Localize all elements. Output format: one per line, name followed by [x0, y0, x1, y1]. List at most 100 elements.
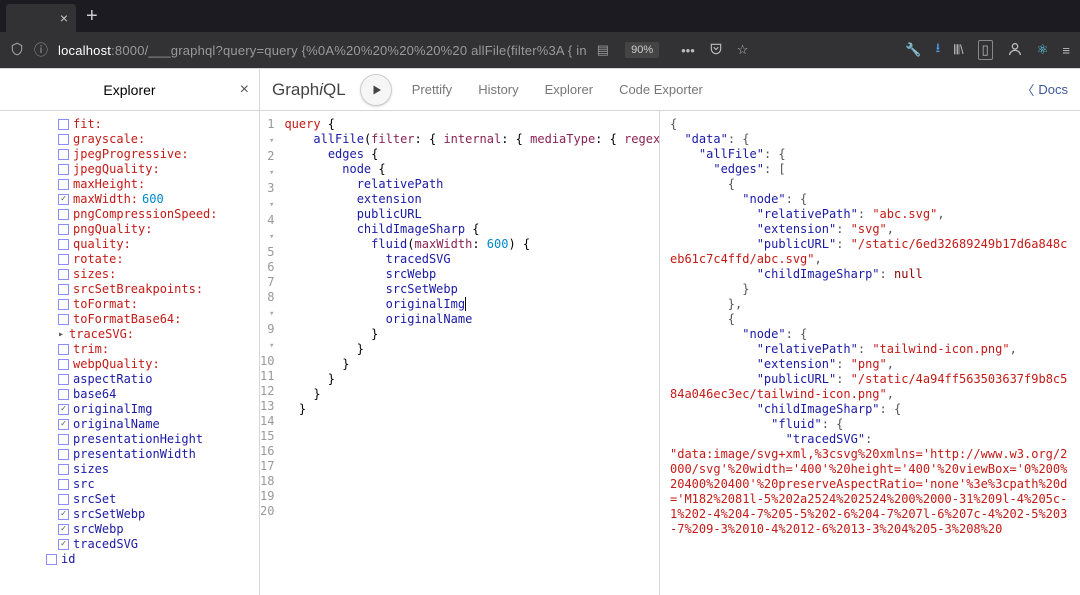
info-icon[interactable]: ⓘ — [34, 40, 48, 60]
explorer-body[interactable]: fit:grayscale:jpegProgressive:jpegQualit… — [0, 111, 259, 595]
close-icon[interactable]: × — [60, 10, 68, 26]
explorer-item[interactable]: trim: — [58, 342, 259, 357]
checkbox-icon[interactable] — [58, 464, 69, 475]
explorer-item[interactable]: jpegQuality: — [58, 162, 259, 177]
explorer-item[interactable]: aspectRatio — [58, 372, 259, 387]
checkbox-icon[interactable] — [58, 194, 69, 205]
code-line[interactable]: relativePath — [284, 177, 660, 192]
explorer-item[interactable]: fit: — [58, 117, 259, 132]
explorer-item[interactable]: pngQuality: — [58, 222, 259, 237]
explorer-item[interactable]: srcWebp — [58, 522, 259, 537]
code-line[interactable]: childImageSharp { — [284, 222, 660, 237]
checkbox-icon[interactable] — [58, 164, 69, 175]
explorer-item[interactable]: srcSetBreakpoints: — [58, 282, 259, 297]
code-line[interactable]: } — [284, 387, 660, 402]
explorer-item[interactable]: presentationWidth — [58, 447, 259, 462]
code-line[interactable]: allFile(filter: { internal: { mediaType:… — [284, 132, 660, 147]
explorer-button[interactable]: Explorer — [539, 78, 599, 101]
checkbox-icon[interactable] — [58, 419, 69, 430]
explorer-item[interactable]: sizes — [58, 462, 259, 477]
explorer-item[interactable]: jpegProgressive: — [58, 147, 259, 162]
explorer-item[interactable]: rotate: — [58, 252, 259, 267]
explorer-item-value[interactable]: 600 — [142, 192, 164, 207]
checkbox-icon[interactable] — [58, 149, 69, 160]
checkbox-icon[interactable] — [46, 554, 57, 565]
explorer-item[interactable]: tracedSVG — [58, 537, 259, 552]
checkbox-icon[interactable] — [58, 269, 69, 280]
account-icon[interactable] — [1007, 41, 1023, 60]
reader-icon[interactable]: ▤ — [597, 42, 609, 58]
code-line[interactable]: fluid(maxWidth: 600) { — [284, 237, 660, 252]
checkbox-icon[interactable] — [58, 479, 69, 490]
code-line[interactable]: srcWebp — [284, 267, 660, 282]
code-line[interactable]: } — [284, 357, 660, 372]
checkbox-icon[interactable] — [58, 239, 69, 250]
explorer-item[interactable]: toFormat: — [58, 297, 259, 312]
explorer-item[interactable]: toFormatBase64: — [58, 312, 259, 327]
checkbox-icon[interactable] — [58, 359, 69, 370]
code-line[interactable]: edges { — [284, 147, 660, 162]
code-line[interactable]: node { — [284, 162, 660, 177]
code-line[interactable]: srcSetWebp — [284, 282, 660, 297]
browser-tab[interactable]: × — [6, 4, 76, 32]
checkbox-icon[interactable] — [58, 119, 69, 130]
checkbox-icon[interactable] — [58, 434, 69, 445]
docs-button[interactable]: 〈 Docs — [1021, 80, 1068, 99]
code-line[interactable]: originalImg — [284, 297, 660, 312]
checkbox-icon[interactable] — [58, 134, 69, 145]
sidebar-icon[interactable]: ▯ — [978, 40, 993, 60]
checkbox-icon[interactable] — [58, 524, 69, 535]
explorer-item[interactable]: presentationHeight — [58, 432, 259, 447]
more-icon[interactable]: ••• — [681, 43, 695, 58]
close-icon[interactable]: × — [240, 81, 249, 99]
query-editor[interactable]: 1 ▾2 ▾3 ▾4 ▾5 6 7 8 ▾9 ▾10 11 12 13 14 1… — [260, 111, 660, 595]
explorer-item[interactable]: srcSetWebp — [58, 507, 259, 522]
code-line[interactable]: } — [284, 327, 660, 342]
explorer-item[interactable]: id — [46, 552, 259, 567]
prettify-button[interactable]: Prettify — [406, 78, 458, 101]
explorer-item[interactable]: base64 — [58, 387, 259, 402]
explorer-item[interactable]: originalName — [58, 417, 259, 432]
explorer-item[interactable]: quality: — [58, 237, 259, 252]
checkbox-icon[interactable] — [58, 209, 69, 220]
result-viewer[interactable]: { "data": { "allFile": { "edges": [ { "n… — [660, 111, 1080, 595]
checkbox-icon[interactable] — [58, 314, 69, 325]
checkbox-icon[interactable] — [58, 284, 69, 295]
code-line[interactable]: originalName — [284, 312, 660, 327]
explorer-item[interactable]: ▸traceSVG: — [58, 327, 259, 342]
explorer-item[interactable]: maxWidth:600 — [58, 192, 259, 207]
checkbox-icon[interactable] — [58, 344, 69, 355]
code-line[interactable]: } — [284, 342, 660, 357]
wrench-icon[interactable]: 🔧 — [905, 42, 921, 58]
checkbox-icon[interactable] — [58, 389, 69, 400]
checkbox-icon[interactable] — [58, 449, 69, 460]
checkbox-icon[interactable] — [58, 299, 69, 310]
explorer-item[interactable]: sizes: — [58, 267, 259, 282]
code-line[interactable]: query { — [284, 117, 660, 132]
explorer-item[interactable]: pngCompressionSpeed: — [58, 207, 259, 222]
pocket-icon[interactable] — [709, 42, 723, 59]
checkbox-icon[interactable] — [58, 224, 69, 235]
checkbox-icon[interactable] — [58, 179, 69, 190]
code-line[interactable]: } — [284, 372, 660, 387]
explorer-item[interactable]: originalImg — [58, 402, 259, 417]
new-tab-button[interactable]: + — [86, 5, 98, 28]
explorer-item[interactable]: srcSet — [58, 492, 259, 507]
library-icon[interactable]: 𝄃𝄃\ — [954, 42, 963, 58]
checkbox-icon[interactable] — [58, 509, 69, 520]
code-exporter-button[interactable]: Code Exporter — [613, 78, 709, 101]
explorer-item[interactable]: maxHeight: — [58, 177, 259, 192]
history-button[interactable]: History — [472, 78, 524, 101]
code-area[interactable]: query { allFile(filter: { internal: { me… — [280, 111, 660, 595]
explorer-item[interactable]: webpQuality: — [58, 357, 259, 372]
download-icon[interactable]: ⭳ — [936, 39, 941, 61]
menu-icon[interactable]: ≡ — [1062, 43, 1070, 58]
checkbox-icon[interactable] — [58, 404, 69, 415]
url-display[interactable]: localhost:8000/___graphql?query=query {%… — [58, 43, 587, 58]
shield-icon[interactable] — [10, 42, 24, 59]
explorer-item[interactable]: grayscale: — [58, 132, 259, 147]
code-line[interactable]: publicURL — [284, 207, 660, 222]
code-line[interactable]: } — [284, 402, 660, 417]
code-line[interactable]: extension — [284, 192, 660, 207]
play-button[interactable] — [360, 74, 392, 106]
